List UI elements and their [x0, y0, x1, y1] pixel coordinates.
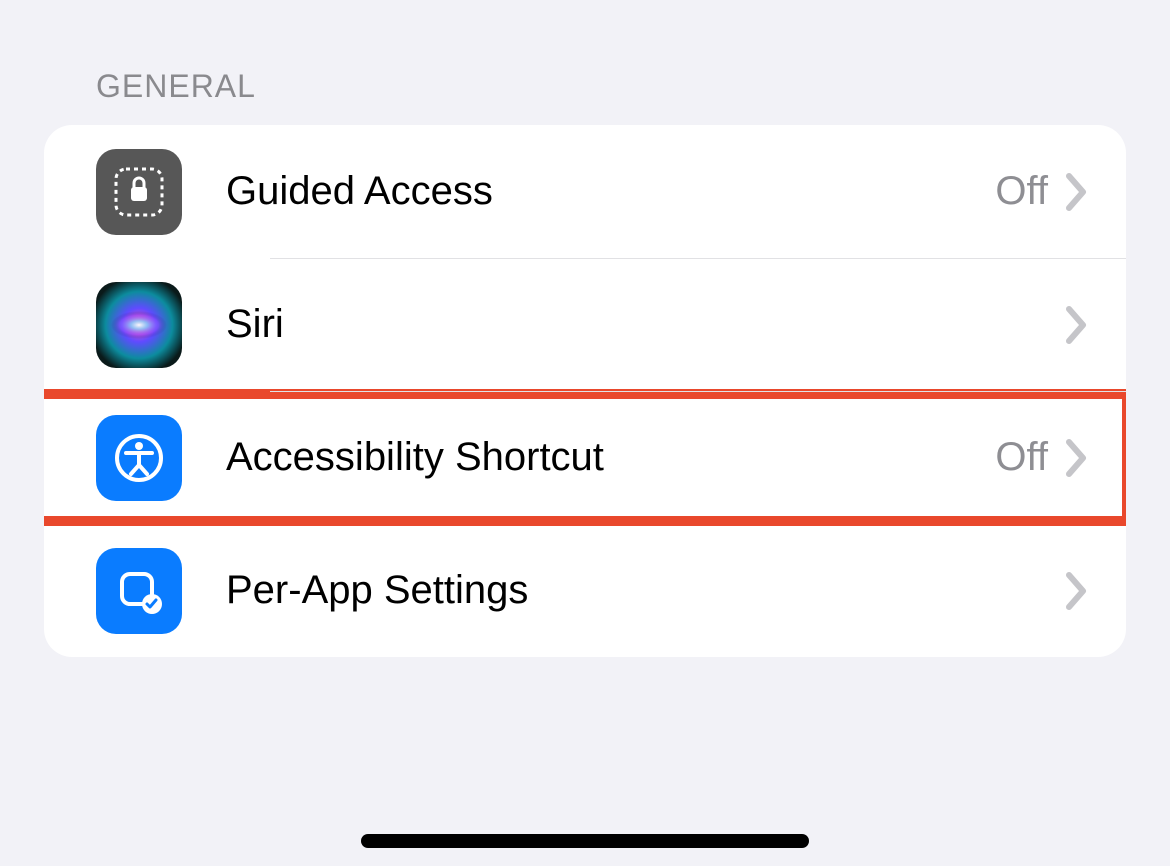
row-per-app-settings[interactable]: Per-App Settings — [44, 524, 1126, 657]
settings-list: Guided Access Off Siri — [44, 125, 1126, 657]
chevron-right-icon — [1066, 173, 1088, 211]
row-guided-access[interactable]: Guided Access Off — [44, 125, 1126, 258]
row-label: Per-App Settings — [226, 568, 1066, 613]
accessibility-icon — [96, 415, 182, 501]
chevron-right-icon — [1066, 439, 1088, 477]
guided-access-icon — [96, 149, 182, 235]
siri-icon — [96, 282, 182, 368]
row-value: Off — [995, 169, 1048, 214]
row-label: Guided Access — [226, 169, 995, 214]
per-app-settings-icon — [96, 548, 182, 634]
row-value: Off — [995, 435, 1048, 480]
row-accessibility-shortcut[interactable]: Accessibility Shortcut Off — [44, 391, 1126, 524]
row-label: Accessibility Shortcut — [226, 435, 995, 480]
home-indicator[interactable] — [361, 834, 809, 848]
chevron-right-icon — [1066, 306, 1088, 344]
section-header-general: GENERAL — [0, 0, 1170, 125]
chevron-right-icon — [1066, 572, 1088, 610]
row-siri[interactable]: Siri — [44, 258, 1126, 391]
row-label: Siri — [226, 302, 1066, 347]
